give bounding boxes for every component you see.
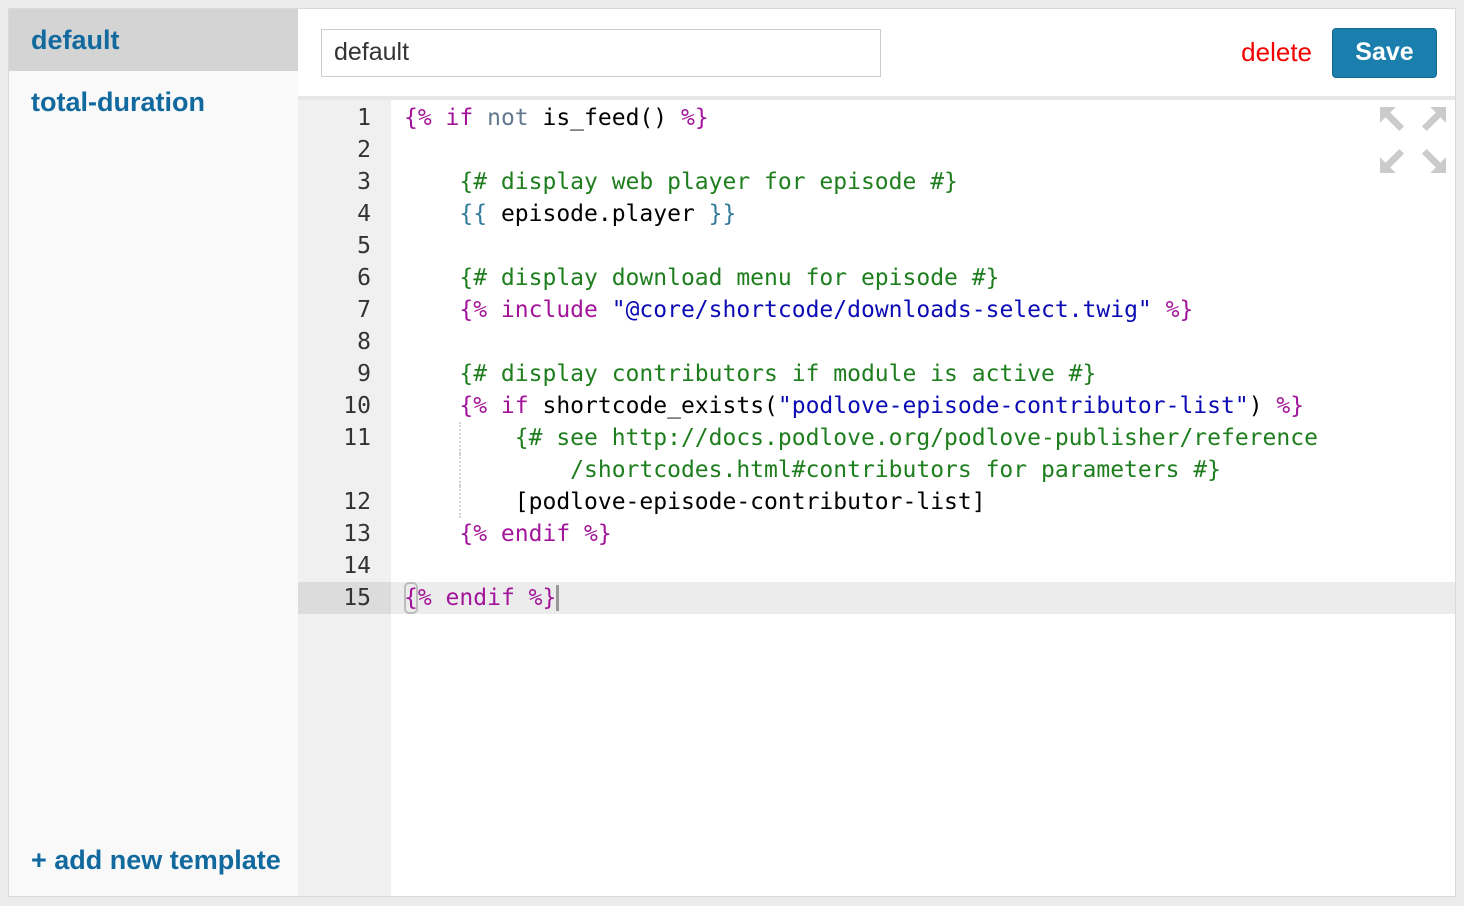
sidebar-item-default[interactable]: default: [9, 9, 298, 71]
line-number: 5: [357, 233, 371, 259]
code-token: ): [1248, 393, 1277, 419]
code-token: {% endif %}: [459, 521, 612, 547]
line-number: 3: [357, 169, 371, 195]
code-token: "@core/shortcode/downloads-select.twig": [611, 297, 1152, 323]
line-number: 15: [298, 582, 391, 614]
code-line: {% include "@core/shortcode/downloads-se…: [391, 294, 1455, 326]
line-number: 14: [343, 553, 371, 579]
line-number: 13: [343, 521, 371, 547]
code-token: %}: [1276, 393, 1305, 419]
line-number: 7: [357, 297, 371, 323]
indent-guide: [459, 454, 461, 486]
code-token: /shortcodes.html#contributors for parame…: [404, 457, 1221, 483]
code-token: {# see http://docs.podlove.org/podlove-p…: [404, 425, 1318, 451]
code-line: {# display download menu for episode #}: [391, 262, 1455, 294]
expand-bottom-right-arrow-icon: [1422, 149, 1446, 173]
code-token: }}: [694, 201, 737, 227]
line-number: 12: [343, 489, 371, 515]
indent-guide: [459, 486, 461, 518]
template-list: default total-duration: [9, 9, 298, 133]
code-line: [podlove-episode-contributor-list]: [391, 486, 1455, 518]
template-editor-card: default total-duration + add new template…: [8, 8, 1456, 897]
template-list-sidebar: default total-duration + add new template: [9, 9, 298, 896]
code-token: {{: [459, 201, 501, 227]
code-line: {% if shortcode_exists("podlove-episode-…: [391, 390, 1455, 422]
code-token: {% if: [459, 393, 543, 419]
code-token: {: [404, 582, 418, 614]
code-token: %}: [680, 105, 709, 131]
code-line: {{ episode.player }}: [391, 198, 1455, 230]
code-token: not: [487, 105, 543, 131]
code-token: episode.player: [500, 201, 695, 227]
line-number: 4: [357, 201, 371, 227]
line-number: 6: [357, 265, 371, 291]
indent-guide: [459, 422, 461, 454]
code-line: /shortcodes.html#contributors for parame…: [391, 454, 1455, 486]
code-line: {# display web player for episode #}: [391, 166, 1455, 198]
sidebar-item-total-duration[interactable]: total-duration: [9, 71, 298, 133]
expand-top-right-arrow-icon: [1422, 107, 1446, 131]
main-panel: delete Save 123456789101112131415 {% if …: [298, 9, 1455, 896]
text-cursor: [556, 585, 560, 611]
line-number: 8: [357, 329, 371, 355]
line-number: [298, 454, 391, 486]
code-token: % endif %}: [417, 585, 557, 611]
code-line: {% endif %}: [391, 582, 1455, 614]
line-number: 10: [343, 393, 371, 419]
expand-bottom-left-arrow-icon: [1380, 149, 1404, 173]
code-token: "podlove-episode-contributor-list": [777, 393, 1249, 419]
toolbar: delete Save: [298, 9, 1455, 96]
code-token: [podlove-episode-contributor-list]: [404, 489, 986, 515]
code-line: {% if not is_feed() %}: [391, 102, 1455, 134]
line-number-gutter: 1 2 3 4 5 6 7 8 9 10 11 12 13 14 15: [298, 100, 391, 896]
template-name-input[interactable]: [321, 28, 881, 77]
line-number: 1: [357, 105, 371, 131]
code-token: %}: [1151, 297, 1194, 323]
code-token: {% include: [459, 297, 612, 323]
line-number: 9: [357, 361, 371, 387]
code-token: {% if: [404, 105, 488, 131]
code-area[interactable]: {% if not is_feed() %} {# display web pl…: [391, 100, 1455, 896]
add-new-template-link[interactable]: + add new template: [31, 845, 281, 876]
code-line: {% endif %}: [391, 518, 1455, 550]
code-line: {# display contributors if module is act…: [391, 358, 1455, 390]
save-button[interactable]: Save: [1332, 27, 1437, 78]
code-token: {# display contributors if module is act…: [404, 361, 1097, 387]
line-number: 2: [357, 137, 371, 163]
fullscreen-button[interactable]: [1377, 104, 1449, 176]
code-editor[interactable]: 1 2 3 4 5 6 7 8 9 10 11 12 13 14 15 {% if not is_feed(…: [298, 100, 1455, 896]
expand-top-left-arrow-icon: [1380, 107, 1404, 131]
line-number: 11: [343, 425, 371, 451]
delete-link[interactable]: delete: [1241, 37, 1312, 68]
code-token: {# display download menu for episode #}: [404, 265, 1000, 291]
code-token: is_feed(): [542, 105, 681, 131]
code-line: {# see http://docs.podlove.org/podlove-p…: [391, 422, 1455, 454]
code-token: {# display web player for episode #}: [404, 169, 958, 195]
code-token: shortcode_exists(: [542, 393, 778, 419]
